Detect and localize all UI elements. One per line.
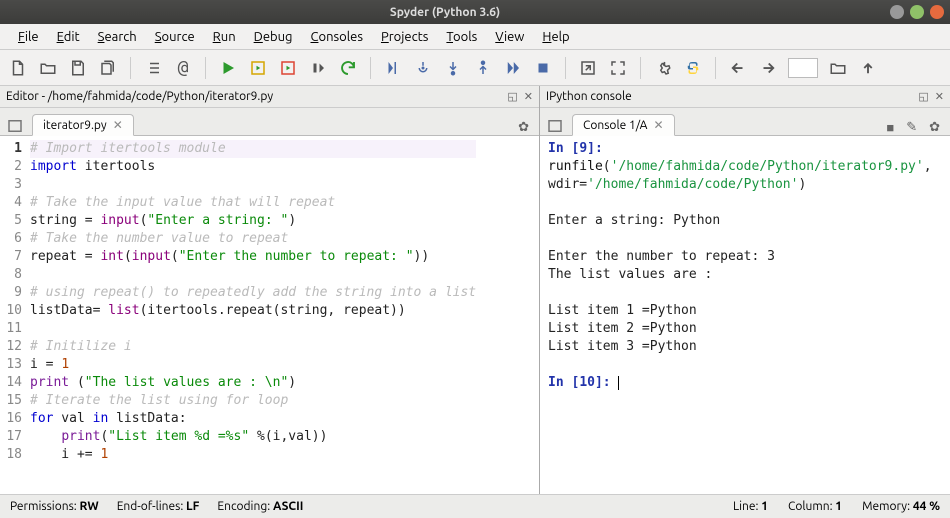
window-titlebar: Spyder (Python 3.6): [0, 0, 950, 24]
editor-pane-title: Editor - /home/fahmida/code/Python/itera…: [6, 90, 507, 103]
debug-continue-icon[interactable]: [503, 58, 523, 78]
save-all-icon[interactable]: [98, 58, 118, 78]
menu-source[interactable]: Source: [147, 27, 203, 47]
run-cell-icon[interactable]: [248, 58, 268, 78]
debug-stop-icon[interactable]: [533, 58, 553, 78]
editor-tab[interactable]: iterator9.py ✕: [32, 114, 134, 136]
status-column: Column: 1: [788, 500, 842, 513]
console-output: Enter a string: Python: [548, 213, 720, 228]
console-pane-title: IPython console: [546, 90, 918, 103]
console-output: List item 1 =Python: [548, 303, 697, 318]
menu-file[interactable]: File: [10, 27, 47, 47]
window-close-icon[interactable]: [930, 5, 944, 19]
console-edit-icon[interactable]: ✎: [906, 120, 917, 135]
tab-list-icon[interactable]: [6, 117, 24, 135]
window-title: Spyder (Python 3.6): [6, 6, 884, 19]
menu-view[interactable]: View: [487, 27, 532, 47]
console-output: List item 3 =Python: [548, 339, 697, 354]
run-icon[interactable]: [218, 58, 238, 78]
fullscreen-icon[interactable]: [608, 58, 628, 78]
status-encoding: Encoding: ASCII: [217, 500, 303, 513]
status-eol: End-of-lines: LF: [117, 500, 200, 513]
open-file-icon[interactable]: [38, 58, 58, 78]
ipython-console[interactable]: In [9]: runfile('/home/fahmida/code/Pyth…: [540, 136, 950, 494]
run-selection-icon[interactable]: [308, 58, 328, 78]
editor-pane: Editor - /home/fahmida/code/Python/itera…: [0, 86, 540, 494]
menu-debug[interactable]: Debug: [246, 27, 301, 47]
forward-icon[interactable]: [758, 58, 778, 78]
parent-dir-icon[interactable]: [858, 58, 878, 78]
tab-list-icon[interactable]: [546, 117, 564, 135]
statusbar: Permissions: RW End-of-lines: LF Encodin…: [0, 494, 950, 518]
browse-cwd-icon[interactable]: [828, 58, 848, 78]
back-icon[interactable]: [728, 58, 748, 78]
pane-undock-icon[interactable]: ◱: [918, 90, 928, 103]
menu-help[interactable]: Help: [534, 27, 577, 47]
console-stop-icon[interactable]: ■: [886, 120, 894, 135]
editor-tab-label: iterator9.py: [43, 119, 107, 132]
cwd-dropdown[interactable]: [788, 58, 818, 78]
console-options-icon[interactable]: ✿: [929, 120, 940, 135]
menu-consoles[interactable]: Consoles: [303, 27, 371, 47]
menu-edit[interactable]: Edit: [49, 27, 88, 47]
debug-stepin-icon[interactable]: [443, 58, 463, 78]
list-icon[interactable]: [143, 58, 163, 78]
preferences-icon[interactable]: [653, 58, 673, 78]
new-file-icon[interactable]: [8, 58, 28, 78]
at-icon[interactable]: @: [173, 58, 193, 78]
console-output: List item 2 =Python: [548, 321, 697, 336]
status-memory: Memory: 44 %: [862, 500, 940, 513]
menu-projects[interactable]: Projects: [373, 27, 436, 47]
run-cell-advance-icon[interactable]: [278, 58, 298, 78]
debug-step-icon[interactable]: [413, 58, 433, 78]
status-permissions: Permissions: RW: [10, 500, 99, 513]
menu-run[interactable]: Run: [205, 27, 244, 47]
tab-close-icon[interactable]: ✕: [653, 118, 663, 132]
status-line: Line: 1: [733, 500, 768, 513]
menu-search[interactable]: Search: [90, 27, 145, 47]
menu-tools[interactable]: Tools: [438, 27, 485, 47]
pythonpath-icon[interactable]: [683, 58, 703, 78]
debug-stepout-icon[interactable]: [473, 58, 493, 78]
console-output: Enter the number to repeat: 3: [548, 249, 775, 264]
save-icon[interactable]: [68, 58, 88, 78]
toolbar: @: [0, 50, 950, 86]
pane-close-icon[interactable]: ✕: [935, 90, 944, 103]
console-tab-label: Console 1/A: [583, 119, 647, 132]
window-maximize-icon[interactable]: [910, 5, 924, 19]
tab-close-icon[interactable]: ✕: [113, 118, 123, 132]
pane-undock-icon[interactable]: ◱: [507, 90, 517, 103]
code-editor[interactable]: 123456789101112131415161718 # Import ite…: [0, 136, 539, 494]
rerun-icon[interactable]: [338, 58, 358, 78]
window-minimize-icon[interactable]: [890, 5, 904, 19]
pane-close-icon[interactable]: ✕: [524, 90, 533, 103]
console-output: The list values are :: [548, 267, 712, 282]
console-tab[interactable]: Console 1/A ✕: [572, 114, 675, 136]
editor-options-icon[interactable]: ✿: [518, 120, 529, 135]
menubar: FileEditSearchSourceRunDebugConsolesProj…: [0, 24, 950, 50]
debug-icon[interactable]: [383, 58, 403, 78]
maximize-pane-icon[interactable]: [578, 58, 598, 78]
console-pane: IPython console ◱ ✕ Console 1/A ✕ ■ ✎ ✿ …: [540, 86, 950, 494]
